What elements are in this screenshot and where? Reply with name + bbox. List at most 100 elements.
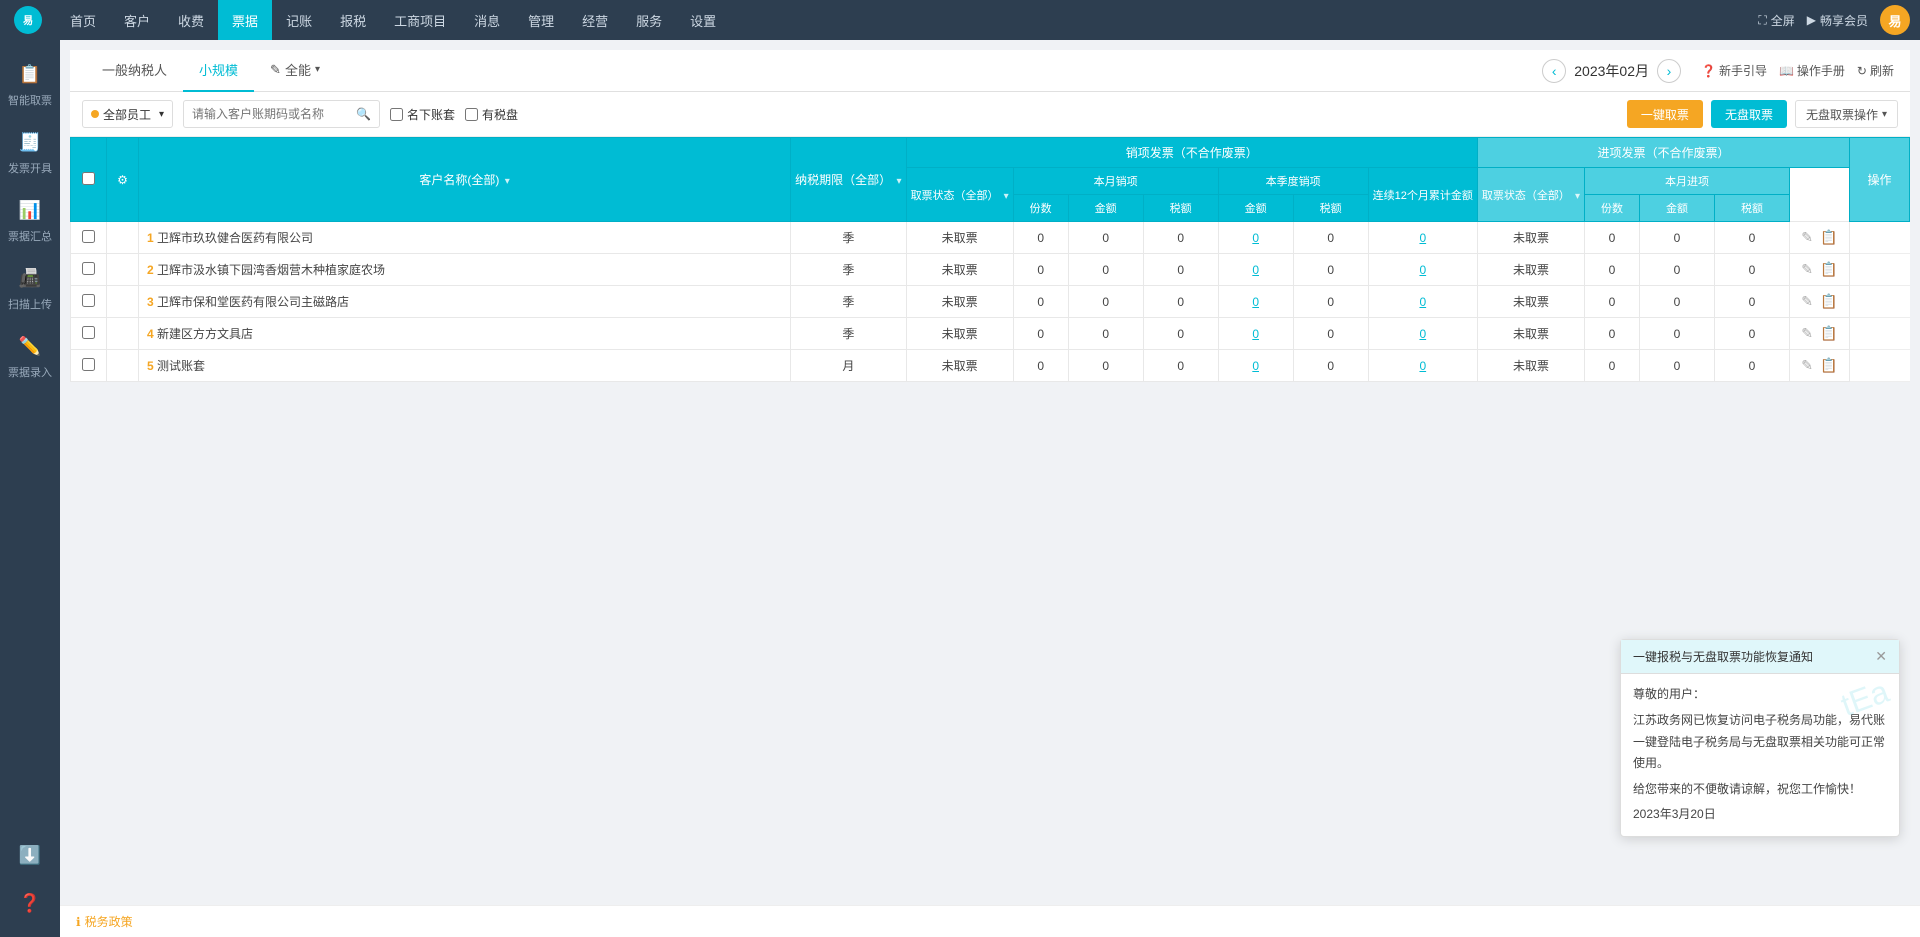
- no-disk-ops-button[interactable]: 无盘取票操作 ▾: [1795, 100, 1898, 128]
- refresh-button[interactable]: ↻ 刷新: [1857, 62, 1894, 79]
- sidebar-item-download[interactable]: ⬇️: [0, 831, 60, 879]
- row-3-s-quarter-amount-link[interactable]: 0: [1252, 327, 1259, 341]
- row-checkbox-0[interactable]: [82, 230, 95, 243]
- prev-period-button[interactable]: ‹: [1542, 59, 1566, 83]
- account-checkbox[interactable]: 名下账套: [390, 106, 455, 123]
- sales-status-filter-icon[interactable]: ▾: [1004, 191, 1009, 202]
- row-2-edit-icon[interactable]: ✎: [1801, 293, 1813, 309]
- sidebar-item-invoice-summary[interactable]: 📊 票据汇总: [0, 186, 60, 254]
- next-period-button[interactable]: ›: [1657, 59, 1681, 83]
- row-0-edit-icon[interactable]: ✎: [1801, 229, 1813, 245]
- fullscreen-icon: ⛶: [1758, 13, 1766, 28]
- row-0-s-quarter-amount-link[interactable]: 0: [1252, 231, 1259, 245]
- nav-service[interactable]: 服务: [622, 0, 676, 40]
- row-2-s-quarter-amount-link[interactable]: 0: [1252, 295, 1259, 309]
- row-0-actions: ✎ 📋: [1790, 222, 1850, 254]
- member-button[interactable]: ▶ 畅享会员: [1807, 12, 1868, 29]
- notification-header: 一键报税与无盘取票功能恢复通知 ✕: [1621, 640, 1899, 674]
- nav-manage[interactable]: 管理: [514, 0, 568, 40]
- sidebar-item-smart-ticket[interactable]: 📋 智能取票: [0, 50, 60, 118]
- nav-operate[interactable]: 经营: [568, 0, 622, 40]
- sidebar-item-invoice-open[interactable]: 🧾 发票开具: [0, 118, 60, 186]
- client-filter-icon[interactable]: ▾: [505, 176, 510, 187]
- nav-settings[interactable]: 设置: [676, 0, 730, 40]
- notification-body: tEa 尊敬的用户： 江苏政务网已恢复访问电子税务局功能，易代账一键登陆电子税务…: [1621, 674, 1899, 836]
- row-4-12month-link[interactable]: 0: [1419, 359, 1426, 373]
- row-3-sales-status: 未取票: [906, 318, 1013, 350]
- table-row: 2 卫辉市汲水镇下园湾香烟营木种植家庭农场 季 未取票 0 0 0 0 0 0 …: [71, 254, 1910, 286]
- notification-content: 江苏政务网已恢复访问电子税务局功能，易代账一键登陆电子税务局与无盘取票相关功能可…: [1633, 710, 1887, 775]
- tax-disk-checkbox-input[interactable]: [465, 108, 478, 121]
- search-input[interactable]: [192, 107, 352, 121]
- row-3-view-icon[interactable]: 📋: [1820, 325, 1837, 341]
- monthly-sales-header: 本月销项: [1013, 168, 1218, 195]
- row-1-s-quarter-amount-link[interactable]: 0: [1252, 263, 1259, 277]
- newbie-guide-button[interactable]: ❓ 新手引导: [1701, 62, 1767, 79]
- row-checkbox-2[interactable]: [82, 294, 95, 307]
- row-0-num: 1: [147, 231, 154, 245]
- row-3-p-month-amount: 0: [1640, 318, 1715, 350]
- row-4-s-quarter-amount-link[interactable]: 0: [1252, 359, 1259, 373]
- tab-omnibus[interactable]: ✎ 全能 ▾: [254, 50, 336, 92]
- search-icon[interactable]: 🔍: [356, 107, 371, 121]
- fullscreen-button[interactable]: ⛶ 全屏: [1758, 12, 1794, 29]
- select-all-checkbox[interactable]: [82, 172, 95, 185]
- row-1-12month-link[interactable]: 0: [1419, 263, 1426, 277]
- row-0-name: 1 卫辉市玖玖健合医药有限公司: [139, 222, 791, 254]
- nav-message[interactable]: 消息: [460, 0, 514, 40]
- sidebar-item-scan-upload[interactable]: 📠 扫描上传: [0, 254, 60, 322]
- row-2-s-quarter-amount: 0: [1218, 286, 1293, 318]
- row-1-s-month-tax: 0: [1143, 254, 1218, 286]
- no-disk-ticket-button[interactable]: 无盘取票: [1711, 100, 1787, 128]
- row-3-edit-icon[interactable]: ✎: [1801, 325, 1813, 341]
- row-1-edit-icon[interactable]: ✎: [1801, 261, 1813, 277]
- row-4-view-icon[interactable]: 📋: [1820, 357, 1837, 373]
- account-checkbox-input[interactable]: [390, 108, 403, 121]
- p-month-count-header: 份数: [1585, 195, 1640, 222]
- purchase-status-filter-icon[interactable]: ▾: [1575, 191, 1580, 202]
- row-1-gear: [107, 254, 139, 286]
- nav-home[interactable]: 首页: [56, 0, 110, 40]
- row-3-client-name: 新建区方方文具店: [157, 327, 253, 341]
- row-2-12month-link[interactable]: 0: [1419, 295, 1426, 309]
- tax-policy-link[interactable]: 税务政策: [85, 913, 133, 930]
- row-checkbox-4[interactable]: [82, 358, 95, 371]
- period-filter-icon[interactable]: ▾: [897, 176, 902, 187]
- question-icon: ❓: [1701, 64, 1716, 78]
- logo[interactable]: 易: [10, 2, 46, 38]
- tab-small-scale[interactable]: 小规模: [183, 50, 254, 92]
- settings-icon[interactable]: ⚙: [117, 173, 128, 187]
- sidebar-item-help[interactable]: ❓: [0, 879, 60, 927]
- employee-select[interactable]: 全部员工 ▾: [82, 100, 173, 128]
- nav-client[interactable]: 客户: [110, 0, 164, 40]
- row-3-12month-link[interactable]: 0: [1419, 327, 1426, 341]
- nav-bookkeeping[interactable]: 记账: [272, 0, 326, 40]
- refresh-icon: ↻: [1857, 64, 1867, 78]
- row-4-edit-icon[interactable]: ✎: [1801, 357, 1813, 373]
- tax-disk-checkbox[interactable]: 有税盘: [465, 106, 518, 123]
- one-click-ticket-button[interactable]: 一键取票: [1627, 100, 1703, 128]
- manual-button[interactable]: 📖 操作手册: [1779, 62, 1845, 79]
- nav-invoice[interactable]: 票据: [218, 0, 272, 40]
- row-0-12month-link[interactable]: 0: [1419, 231, 1426, 245]
- tab-general-taxpayer[interactable]: 一般纳税人: [86, 50, 183, 92]
- row-0-view-icon[interactable]: 📋: [1820, 229, 1837, 245]
- notification-close-button[interactable]: ✕: [1875, 648, 1887, 665]
- row-checkbox-1[interactable]: [82, 262, 95, 275]
- user-avatar[interactable]: 易: [1880, 5, 1910, 35]
- row-3-period: 季: [791, 318, 906, 350]
- nav-tax[interactable]: 报税: [326, 0, 380, 40]
- monthly-purchase-header: 本月进项: [1585, 168, 1790, 195]
- nav-fee[interactable]: 收费: [164, 0, 218, 40]
- sidebar-item-invoice-entry[interactable]: ✏️ 票据录入: [0, 322, 60, 390]
- row-4-s-quarter-tax: 0: [1293, 350, 1368, 382]
- row-1-view-icon[interactable]: 📋: [1820, 261, 1837, 277]
- row-1-name: 2 卫辉市汲水镇下园湾香烟营木种植家庭农场: [139, 254, 791, 286]
- row-checkbox-3[interactable]: [82, 326, 95, 339]
- nav-business[interactable]: 工商项目: [380, 0, 460, 40]
- row-2-view-icon[interactable]: 📋: [1820, 293, 1837, 309]
- s-month-amount-header: 金额: [1068, 195, 1143, 222]
- status-bar: ℹ 税务政策: [60, 905, 1920, 937]
- book-icon: 📖: [1779, 64, 1794, 78]
- row-4-purchase-status: 未取票: [1477, 350, 1584, 382]
